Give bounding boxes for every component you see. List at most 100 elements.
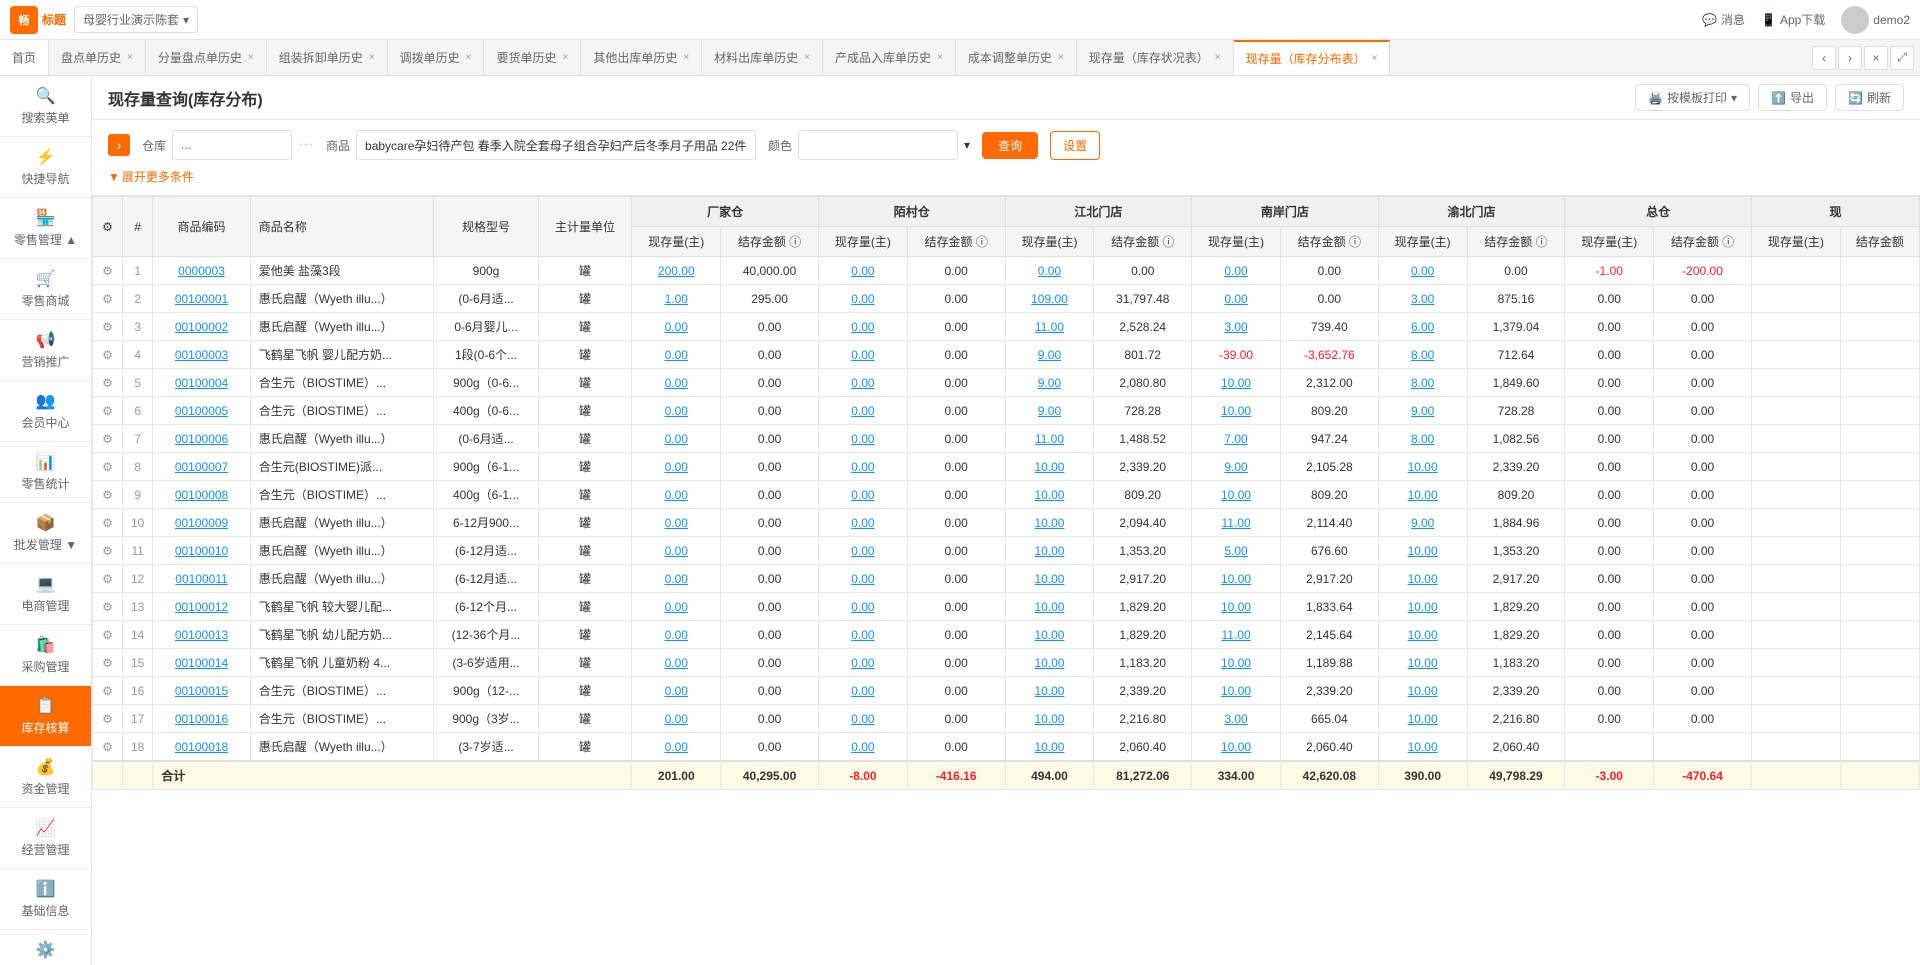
cell-settings[interactable]: ⚙ [93,341,123,369]
sidebar-item-retail-stats[interactable]: 📊 零售统计 [0,442,91,503]
sidebar-item-inventory[interactable]: 📋 库存核算 [0,686,91,747]
cell-yb-amt: 809.20 [1467,481,1565,509]
product-input[interactable] [356,130,756,160]
print-btn[interactable]: 🖨️ 按模板打印 ▾ [1635,84,1750,111]
cell-settings[interactable]: ⚙ [93,677,123,705]
tab-qitachuqu[interactable]: 其他出库单历史 × [581,40,702,76]
tab-chancheng-close[interactable]: × [937,52,943,63]
th-settings[interactable]: ⚙ [93,197,123,257]
refresh-btn[interactable]: 🔄 刷新 [1835,84,1904,111]
warehouse-input[interactable] [172,130,292,160]
sidebar-item-quicknav[interactable]: ⚡ 快捷导航 [0,137,91,198]
cell-name: 飞鹤星飞帆 较大婴儿配... [250,593,434,621]
cell-settings[interactable]: ⚙ [93,509,123,537]
sidebar-item-operations[interactable]: 📈 经营管理 [0,808,91,869]
cell-settings[interactable]: ⚙ [93,593,123,621]
tab-pandian-close[interactable]: × [127,52,133,63]
tab-prev-btn[interactable]: ‹ [1812,46,1836,70]
sidebar-item-members[interactable]: 👥 会员中心 [0,381,91,442]
cell-vil-amt: 0.00 [907,341,1005,369]
cell-unit: 罐 [538,565,632,593]
tab-cailiao[interactable]: 材料出库单历史 × [702,40,823,76]
sidebar-item-wholesale[interactable]: 📦 批发管理 ▼ [0,503,91,564]
cell-settings[interactable]: ⚙ [93,369,123,397]
cell-jb-qty: 109.00 [1005,285,1094,313]
cell-settings[interactable]: ⚙ [93,313,123,341]
cell-fac-amt: 0.00 [721,593,819,621]
tab-fenpandian[interactable]: 分量盘点单历史 × [146,40,267,76]
table-row: ⚙ 11 00100010 惠氏启醒（Wyeth illu...） (6-12月… [93,537,1920,565]
content-area: 现存量查询(库存分布) 🖨️ 按模板打印 ▾ ⬆️ 导出 🔄 刷新 [92,76,1920,965]
cell-settings[interactable]: ⚙ [93,537,123,565]
tab-xiancunliang-status-close[interactable]: × [1215,52,1221,63]
cell-settings[interactable]: ⚙ [93,649,123,677]
sidebar-item-basicinfo[interactable]: ℹ️ 基础信息 [0,869,91,930]
export-btn[interactable]: ⬆️ 导出 [1758,84,1827,111]
user-area[interactable]: demo2 [1841,6,1910,34]
summary-ex-amt [1840,761,1919,790]
summary-label: 合计 [153,761,632,790]
tab-zuzhezexie[interactable]: 组装拆卸单历史 × [267,40,388,76]
cell-jb-amt: 31,797.48 [1094,285,1192,313]
tab-qitachuqu-close[interactable]: × [683,52,689,63]
cell-settings[interactable]: ⚙ [93,257,123,285]
color-input[interactable] [798,130,958,160]
messages-btn[interactable]: 💬 消息 [1702,11,1745,28]
tab-yaohuo-close[interactable]: × [562,52,568,63]
cell-yb-amt: 2,917.20 [1467,565,1565,593]
cell-settings[interactable]: ⚙ [93,705,123,733]
cell-jb-amt: 728.28 [1094,397,1192,425]
cell-settings[interactable]: ⚙ [93,733,123,762]
cell-settings[interactable]: ⚙ [93,285,123,313]
cell-settings[interactable]: ⚙ [93,453,123,481]
tab-xiancunliang-status[interactable]: 现存量（库存状况表） × [1077,40,1234,76]
collapse-btn[interactable]: › [108,134,130,156]
cell-settings[interactable]: ⚙ [93,425,123,453]
table-row: ⚙ 5 00100004 合生元（BIOSTIME）... 900g（0-6..… [93,369,1920,397]
warehouse-dots-btn[interactable]: ··· [298,136,314,154]
sidebar-item-mall[interactable]: 🛒 零售商城 [0,259,91,320]
tab-xiancunliang-dist[interactable]: 现存量（库存分布表） × [1234,40,1391,76]
tab-zuzhezexie-close[interactable]: × [369,52,375,63]
sidebar-item-search[interactable]: 🔍 搜索英单 [0,76,91,137]
tab-maximize-btn[interactable]: ⤢ [1890,46,1914,70]
tab-xiancunliang-dist-close[interactable]: × [1372,53,1378,64]
tab-chancheng[interactable]: 产成品入库单历史 × [823,40,956,76]
settings-btn[interactable]: 设置 [1050,131,1100,160]
sidebar-item-retail[interactable]: 🏪 零售管理 ▲ [0,198,91,259]
cell-yb-qty: 8.00 [1378,425,1467,453]
search-btn[interactable]: 查询 [982,132,1038,159]
tab-home[interactable]: 首页 [0,40,49,76]
sidebar-item-ecommerce[interactable]: 💻 电商管理 [0,564,91,625]
sidebar-item-purchase[interactable]: 🛍️ 采购管理 [0,625,91,686]
sidebar-item-system[interactable]: ⚙️ 系统管理 [0,930,91,965]
cell-tot-qty: 0.00 [1565,509,1654,537]
cell-settings[interactable]: ⚙ [93,397,123,425]
tab-next-btn[interactable]: › [1838,46,1862,70]
cell-tot-qty: 0.00 [1565,537,1654,565]
tab-close-all-btn[interactable]: × [1864,46,1888,70]
cell-name: 合生元（BIOSTIME）... [250,481,434,509]
cell-settings[interactable]: ⚙ [93,621,123,649]
tab-yaohuo[interactable]: 要货单历史 × [484,40,581,76]
app-download-btn[interactable]: 📱 App下载 [1761,11,1825,28]
tab-cailiao-close[interactable]: × [804,52,810,63]
cell-vil-qty: 0.00 [818,733,907,762]
tab-chenben-close[interactable]: × [1058,52,1064,63]
tab-diaob-close[interactable]: × [466,52,472,63]
cell-ex-qty [1751,397,1840,425]
sidebar-item-marketing[interactable]: 📢 营销推广 [0,320,91,381]
sidebar-item-finance[interactable]: 💰 资金管理 [0,747,91,808]
cell-na-amt: 0.00 [1280,257,1378,285]
expand-btn[interactable]: ▼ 展开更多条件 [108,168,1904,185]
cell-yb-amt: 2,339.20 [1467,677,1565,705]
cell-na-qty: 10.00 [1192,733,1281,762]
tab-fenpandian-close[interactable]: × [248,52,254,63]
tab-pandian[interactable]: 盘点单历史 × [49,40,146,76]
tab-chenben[interactable]: 成本调整单历史 × [956,40,1077,76]
cell-settings[interactable]: ⚙ [93,565,123,593]
cell-settings[interactable]: ⚙ [93,481,123,509]
tab-diaob[interactable]: 调拨单历史 × [388,40,485,76]
cell-ex-amt [1840,257,1919,285]
company-select[interactable]: 母婴行业演示陈套 ▾ [74,6,198,33]
